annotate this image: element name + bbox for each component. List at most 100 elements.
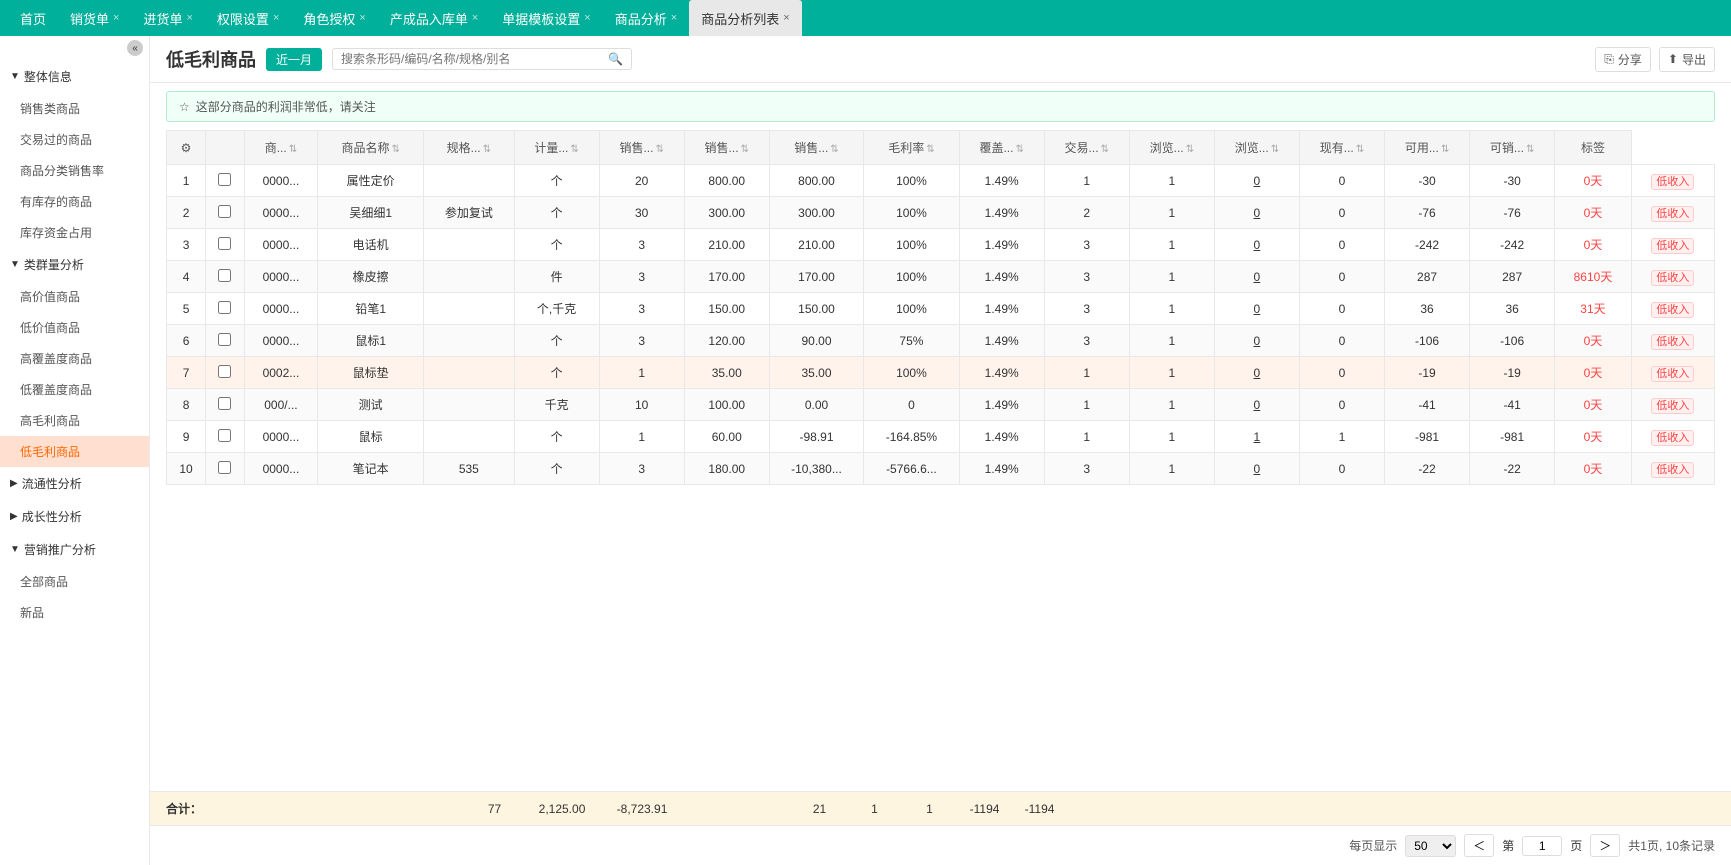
browse1[interactable]: 0 bbox=[1214, 325, 1299, 357]
row-checkbox-input[interactable] bbox=[218, 461, 231, 474]
column-header[interactable]: 现有...⇅ bbox=[1299, 131, 1384, 165]
row-checkbox-input[interactable] bbox=[218, 237, 231, 250]
browse1[interactable]: 0 bbox=[1214, 357, 1299, 389]
browse1[interactable]: 0 bbox=[1214, 389, 1299, 421]
close-icon[interactable]: × bbox=[783, 12, 789, 24]
search-box[interactable]: 🔍 bbox=[332, 48, 632, 70]
row-checkbox-input[interactable] bbox=[218, 269, 231, 282]
column-header[interactable]: 商品名称⇅ bbox=[318, 131, 424, 165]
sidebar-item-低覆盖度商品[interactable]: 低覆盖度商品 bbox=[0, 374, 149, 405]
row-checkbox[interactable] bbox=[206, 453, 245, 485]
row-checkbox-input[interactable] bbox=[218, 429, 231, 442]
sidebar-item-低价值商品[interactable]: 低价值商品 bbox=[0, 312, 149, 343]
column-header[interactable]: 毛利率⇅ bbox=[864, 131, 959, 165]
sidebar-item-销售类商品[interactable]: 销售类商品 bbox=[0, 93, 149, 124]
column-header[interactable]: 商...⇅ bbox=[244, 131, 318, 165]
sidebar-item-新品[interactable]: 新品 bbox=[0, 597, 149, 628]
nav-item-进货单[interactable]: 进货单× bbox=[131, 0, 204, 36]
row-checkbox[interactable] bbox=[206, 421, 245, 453]
page-number-input[interactable] bbox=[1522, 836, 1562, 856]
sidebar-item-低毛利商品[interactable]: 低毛利商品 bbox=[0, 436, 149, 467]
row-checkbox[interactable] bbox=[206, 165, 245, 197]
column-header[interactable]: 可用...⇅ bbox=[1385, 131, 1470, 165]
browse1[interactable]: 0 bbox=[1214, 261, 1299, 293]
sidebar-group-title[interactable]: ▼整体信息 bbox=[0, 60, 149, 93]
row-checkbox[interactable] bbox=[206, 229, 245, 261]
browse1[interactable]: 0 bbox=[1214, 453, 1299, 485]
sidebar-item-商品分类销售率[interactable]: 商品分类销售率 bbox=[0, 155, 149, 186]
close-icon[interactable]: × bbox=[584, 12, 590, 24]
sidebar-item-全部商品[interactable]: 全部商品 bbox=[0, 566, 149, 597]
sidebar-item-高价值商品[interactable]: 高价值商品 bbox=[0, 281, 149, 312]
close-icon[interactable]: × bbox=[671, 12, 677, 24]
browse1[interactable]: 0 bbox=[1214, 165, 1299, 197]
sidebar-group-title[interactable]: ▼类群量分析 bbox=[0, 248, 149, 281]
nav-item-单据模板设置[interactable]: 单据模板设置× bbox=[490, 0, 602, 36]
nav-item-首页[interactable]: 首页 bbox=[8, 0, 58, 36]
column-header[interactable]: 交易...⇅ bbox=[1044, 131, 1129, 165]
column-header[interactable]: 可销...⇅ bbox=[1470, 131, 1555, 165]
row-checkbox-input[interactable] bbox=[218, 173, 231, 186]
search-icon[interactable]: 🔍 bbox=[608, 52, 623, 66]
close-icon[interactable]: × bbox=[186, 12, 192, 24]
next-page-button[interactable]: ＞ bbox=[1590, 834, 1620, 857]
row-checkbox[interactable] bbox=[206, 197, 245, 229]
product-spec bbox=[424, 293, 514, 325]
browse1[interactable]: 0 bbox=[1214, 293, 1299, 325]
column-header[interactable]: 计量...⇅ bbox=[514, 131, 599, 165]
page-size-select[interactable]: 50 20 100 bbox=[1405, 835, 1456, 857]
sidebar-item-交易过的商品[interactable]: 交易过的商品 bbox=[0, 124, 149, 155]
nav-item-商品分析列表[interactable]: 商品分析列表× bbox=[689, 0, 801, 36]
row-checkbox[interactable] bbox=[206, 389, 245, 421]
row-checkbox[interactable] bbox=[206, 325, 245, 357]
coverage: 2 bbox=[1044, 197, 1129, 229]
gross-rate: 1.49% bbox=[959, 357, 1044, 389]
close-icon[interactable]: × bbox=[273, 12, 279, 24]
nav-item-销货单[interactable]: 销货单× bbox=[58, 0, 131, 36]
date-filter-button[interactable]: 近一月 bbox=[266, 48, 322, 71]
row-checkbox-input[interactable] bbox=[218, 301, 231, 314]
nav-item-商品分析[interactable]: 商品分析× bbox=[603, 0, 689, 36]
close-icon[interactable]: × bbox=[472, 12, 478, 24]
row-checkbox[interactable] bbox=[206, 261, 245, 293]
row-checkbox-input[interactable] bbox=[218, 365, 231, 378]
product-spec: 参加复试 bbox=[424, 197, 514, 229]
column-header[interactable]: 销售...⇅ bbox=[684, 131, 769, 165]
content-header: 低毛利商品 近一月 🔍 ⎘ 分享 ⬆ 导出 bbox=[150, 36, 1731, 83]
close-icon[interactable]: × bbox=[359, 12, 365, 24]
sidebar-item-高毛利商品[interactable]: 高毛利商品 bbox=[0, 405, 149, 436]
search-input[interactable] bbox=[341, 52, 608, 66]
nav-item-权限设置[interactable]: 权限设置× bbox=[205, 0, 291, 36]
row-checkbox[interactable] bbox=[206, 357, 245, 389]
column-header[interactable]: 销售...⇅ bbox=[599, 131, 684, 165]
nav-item-产成品入库单[interactable]: 产成品入库单× bbox=[378, 0, 490, 36]
column-header[interactable]: 销售...⇅ bbox=[769, 131, 863, 165]
column-header[interactable]: 覆盖...⇅ bbox=[959, 131, 1044, 165]
browse1[interactable]: 0 bbox=[1214, 229, 1299, 261]
sidebar-group-title[interactable]: ▶流通性分析 bbox=[0, 467, 149, 500]
column-header[interactable]: 浏览...⇅ bbox=[1214, 131, 1299, 165]
group-label: 整体信息 bbox=[24, 68, 72, 85]
export-button[interactable]: ⬆ 导出 bbox=[1659, 47, 1715, 72]
group-label: 营销推广分析 bbox=[24, 541, 96, 558]
sidebar-group-title[interactable]: ▶成长性分析 bbox=[0, 500, 149, 533]
prev-page-button[interactable]: ＜ bbox=[1464, 834, 1494, 857]
browse1[interactable]: 0 bbox=[1214, 197, 1299, 229]
sidebar-group-title[interactable]: ▼营销推广分析 bbox=[0, 533, 149, 566]
sidebar-item-库存资金占用[interactable]: 库存资金占用 bbox=[0, 217, 149, 248]
sort-icon: ⇅ bbox=[1526, 144, 1534, 155]
row-checkbox-input[interactable] bbox=[218, 205, 231, 218]
sidebar-item-有库存的商品[interactable]: 有库存的商品 bbox=[0, 186, 149, 217]
browse1[interactable]: 1 bbox=[1214, 421, 1299, 453]
nav-item-角色授权[interactable]: 角色授权× bbox=[291, 0, 377, 36]
share-button[interactable]: ⎘ 分享 bbox=[1595, 47, 1651, 72]
sidebar-item-高覆盖度商品[interactable]: 高覆盖度商品 bbox=[0, 343, 149, 374]
row-checkbox-input[interactable] bbox=[218, 333, 231, 346]
row-checkbox-input[interactable] bbox=[218, 397, 231, 410]
sidebar-collapse-icon[interactable]: « bbox=[127, 40, 143, 56]
column-header[interactable]: 浏览...⇅ bbox=[1129, 131, 1214, 165]
column-header[interactable]: 规格...⇅ bbox=[424, 131, 514, 165]
row-checkbox[interactable] bbox=[206, 293, 245, 325]
close-icon[interactable]: × bbox=[113, 12, 119, 24]
sale-amount3: 100% bbox=[864, 357, 959, 389]
